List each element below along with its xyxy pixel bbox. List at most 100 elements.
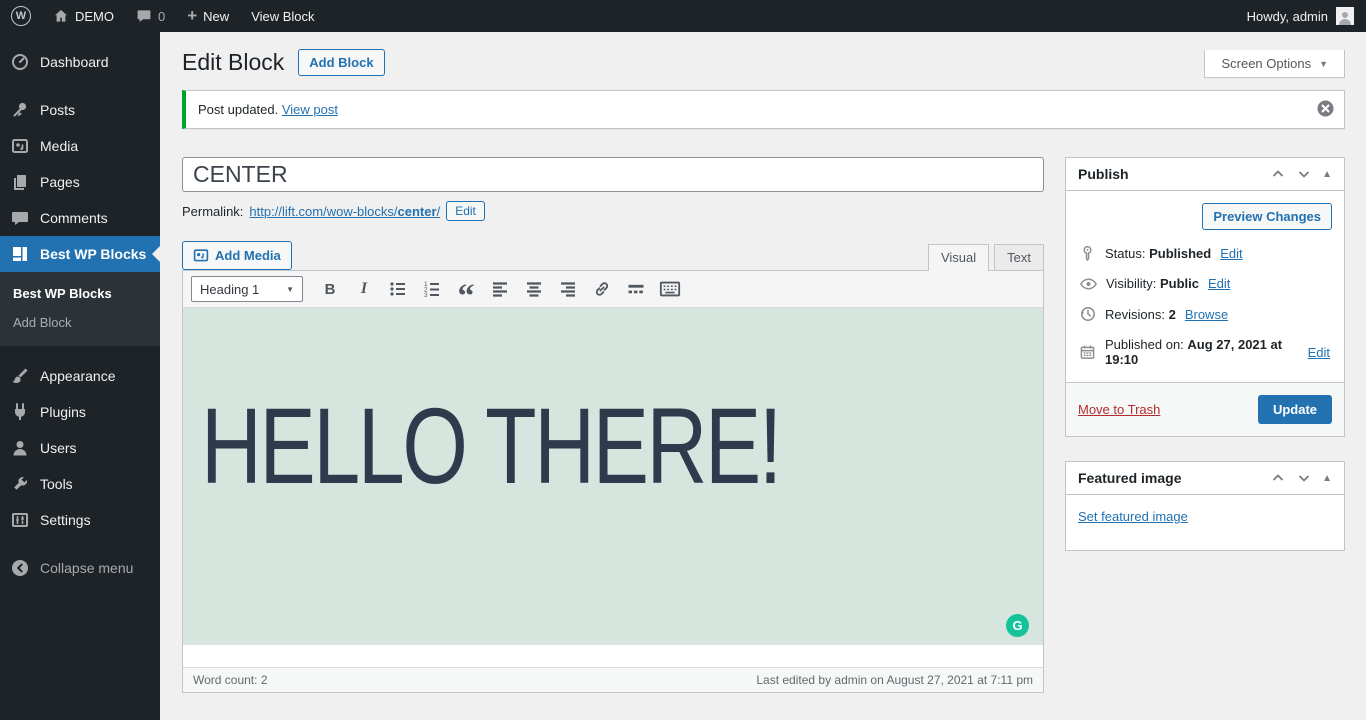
sidebar-label: Comments: [40, 210, 108, 226]
blocks-icon: [10, 244, 30, 264]
sidebar-label: Posts: [40, 102, 76, 118]
status-text: Status: Published: [1105, 245, 1212, 261]
sidebar-item-pages[interactable]: Pages: [0, 164, 160, 200]
featured-image-header[interactable]: Featured image ▲: [1066, 462, 1344, 495]
revisions-clock-icon: [1080, 306, 1096, 322]
bullet-list-button[interactable]: [383, 276, 413, 302]
post-heading-text[interactable]: HELLO THERE!: [201, 392, 782, 500]
editor-body-margin[interactable]: [183, 645, 1043, 667]
sidebar-item-media[interactable]: Media: [0, 128, 160, 164]
permalink-row: Permalink: http://lift.com/wow-blocks/ce…: [182, 201, 1044, 221]
insert-link-button[interactable]: [587, 276, 617, 302]
submenu-label: Add Block: [13, 315, 72, 330]
sidebar-item-collapse-menu[interactable]: Collapse menu: [0, 550, 160, 586]
numbered-list-button[interactable]: 123: [417, 276, 447, 302]
comment-bubble-icon: [136, 8, 152, 24]
move-up-icon[interactable]: [1270, 166, 1286, 182]
sidebar-label: Tools: [40, 476, 73, 492]
italic-button[interactable]: I: [349, 276, 379, 302]
move-to-trash-link[interactable]: Move to Trash: [1078, 402, 1160, 417]
sidebar-label: Pages: [40, 174, 80, 190]
chevron-down-icon: ▼: [1319, 58, 1328, 69]
user-icon: [10, 438, 30, 458]
visibility-text: Visibility: Public: [1106, 276, 1199, 291]
submenu-item-best-wp-blocks[interactable]: Best WP Blocks: [0, 279, 160, 308]
my-account-menu[interactable]: Howdy, admin: [1235, 0, 1366, 32]
move-down-icon[interactable]: [1296, 470, 1312, 486]
wrench-icon: [10, 474, 30, 494]
home-icon: [53, 8, 69, 24]
permalink-link[interactable]: http://lift.com/wow-blocks/center/: [249, 204, 440, 219]
view-block-label: View Block: [251, 8, 315, 24]
tab-visual[interactable]: Visual: [927, 244, 990, 271]
formatting-toolbar: Heading 1 ▼ B I 123 “: [183, 271, 1043, 314]
align-center-button[interactable]: [519, 276, 549, 302]
view-post-link[interactable]: View post: [282, 102, 338, 117]
sliders-icon: [10, 510, 30, 530]
read-more-tag-button[interactable]: [621, 276, 651, 302]
wordpress-logo-menu[interactable]: W: [0, 0, 42, 32]
collapse-arrow-icon: [10, 558, 30, 578]
main-content: Screen Options ▼ Edit Block Add Block Po…: [160, 32, 1366, 693]
editor-content-area[interactable]: HELLO THERE! G: [183, 308, 1043, 645]
comments-count: 0: [158, 8, 166, 24]
comments-menu[interactable]: 0: [125, 0, 176, 32]
eye-icon: [1080, 277, 1097, 291]
calendar-icon: [1080, 344, 1096, 360]
browse-revisions-link[interactable]: Browse: [1185, 307, 1228, 322]
add-media-icon: [193, 247, 209, 263]
toolbar-toggle-button[interactable]: [655, 276, 685, 302]
sidebar-item-best-wp-blocks[interactable]: Best WP Blocks: [0, 236, 160, 272]
view-block-menu[interactable]: View Block: [240, 0, 325, 32]
permalink-label: Permalink:: [182, 203, 244, 219]
align-right-button[interactable]: [553, 276, 583, 302]
sidebar-label: Appearance: [40, 368, 116, 384]
set-featured-image-link[interactable]: Set featured image: [1078, 509, 1188, 524]
publish-box-header[interactable]: Publish ▲: [1066, 158, 1344, 191]
publish-box-body: Preview Changes Status: Published Edit V…: [1066, 191, 1344, 436]
bold-button[interactable]: B: [315, 276, 345, 302]
sidebar-item-comments[interactable]: Comments: [0, 200, 160, 236]
visibility-row: Visibility: Public Edit: [1080, 276, 1330, 291]
sidebar-item-settings[interactable]: Settings: [0, 502, 160, 538]
submenu-item-add-block[interactable]: Add Block: [0, 308, 160, 337]
new-content-menu[interactable]: + New: [176, 0, 240, 32]
published-on-row: Published on: Aug 27, 2021 at 19:10 Edit: [1080, 337, 1330, 367]
dismiss-notice-icon[interactable]: [1317, 100, 1334, 117]
edit-published-date-link[interactable]: Edit: [1308, 345, 1330, 360]
last-edited-info: Last edited by admin on August 27, 2021 …: [756, 673, 1033, 687]
notice-message: Post updated.: [198, 102, 279, 117]
sidebar-item-plugins[interactable]: Plugins: [0, 394, 160, 430]
post-title-input[interactable]: [182, 157, 1044, 192]
screen-options-button[interactable]: Screen Options ▼: [1204, 50, 1345, 78]
edit-status-link[interactable]: Edit: [1220, 246, 1242, 261]
align-left-button[interactable]: [485, 276, 515, 302]
sidebar-item-tools[interactable]: Tools: [0, 466, 160, 502]
edit-permalink-button[interactable]: Edit: [446, 201, 485, 221]
sidebar-label: Collapse menu: [40, 560, 134, 576]
sidebar-item-dashboard[interactable]: Dashboard: [0, 44, 160, 80]
status-pin-icon: [1080, 245, 1096, 261]
collapse-panel-icon[interactable]: ▲: [1322, 473, 1332, 484]
sidebar-item-appearance[interactable]: Appearance: [0, 358, 160, 394]
publish-box-title: Publish: [1078, 166, 1129, 182]
update-button[interactable]: Update: [1257, 395, 1332, 424]
blockquote-button[interactable]: “: [451, 276, 481, 314]
sidebar-item-posts[interactable]: Posts: [0, 92, 160, 128]
grammarly-icon[interactable]: G: [1006, 614, 1029, 637]
admin-bar: W DEMO 0 + New View Block Howdy, admin: [0, 0, 1366, 32]
move-down-icon[interactable]: [1296, 166, 1312, 182]
menu-separator: [0, 346, 160, 358]
paragraph-format-select[interactable]: Heading 1 ▼: [191, 276, 303, 302]
add-block-button[interactable]: Add Block: [298, 48, 385, 76]
edit-visibility-link[interactable]: Edit: [1208, 276, 1230, 291]
preview-changes-button[interactable]: Preview Changes: [1202, 203, 1332, 230]
sidebar-label: Media: [40, 138, 79, 154]
move-up-icon[interactable]: [1270, 470, 1286, 486]
tab-text[interactable]: Text: [994, 244, 1044, 271]
collapse-panel-icon[interactable]: ▲: [1322, 169, 1332, 180]
sidebar-item-users[interactable]: Users: [0, 430, 160, 466]
avatar: [1336, 7, 1354, 25]
site-name-menu[interactable]: DEMO: [42, 0, 125, 32]
add-media-button[interactable]: Add Media: [182, 241, 292, 270]
